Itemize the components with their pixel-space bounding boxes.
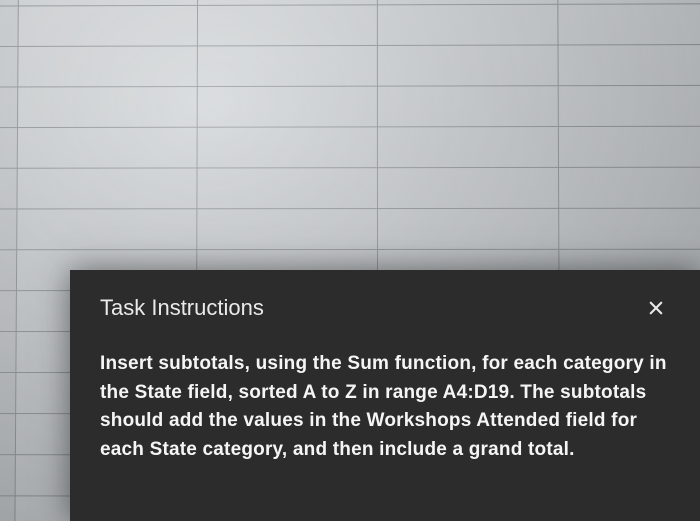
cell[interactable]	[0, 372, 15, 413]
cell[interactable]	[0, 46, 18, 87]
app-viewport: Task Instructions Insert subtotals, usin…	[0, 0, 700, 521]
cell[interactable]	[0, 87, 17, 128]
panel-header: Task Instructions	[100, 294, 670, 322]
cell[interactable]	[18, 5, 198, 46]
cell[interactable]	[197, 168, 378, 209]
close-button[interactable]	[642, 294, 670, 322]
cell[interactable]	[196, 209, 377, 250]
cell[interactable]	[17, 46, 197, 87]
cell[interactable]	[0, 291, 16, 332]
cell[interactable]	[0, 168, 17, 209]
panel-title: Task Instructions	[100, 295, 264, 321]
panel-body-text: Insert subtotals, using the Sum function…	[100, 350, 670, 464]
cell[interactable]	[0, 209, 17, 250]
cell[interactable]	[558, 126, 700, 167]
cell[interactable]	[559, 208, 700, 249]
cell[interactable]	[0, 128, 17, 169]
cell[interactable]	[197, 127, 378, 168]
cell[interactable]	[377, 45, 558, 86]
cell[interactable]	[0, 250, 16, 291]
cell[interactable]	[0, 6, 18, 47]
task-instructions-panel: Task Instructions Insert subtotals, usin…	[70, 270, 700, 521]
cell[interactable]	[377, 208, 558, 249]
cell[interactable]	[0, 414, 15, 455]
cell[interactable]	[558, 85, 700, 126]
cell[interactable]	[558, 4, 700, 45]
cell[interactable]	[17, 127, 197, 168]
cell[interactable]	[197, 86, 377, 127]
cell[interactable]	[558, 167, 700, 208]
cell[interactable]	[197, 5, 377, 46]
cell[interactable]	[16, 209, 196, 250]
cell[interactable]	[377, 167, 558, 208]
cell[interactable]	[558, 44, 700, 85]
cell[interactable]	[0, 496, 15, 521]
cell[interactable]	[377, 127, 558, 168]
cell[interactable]	[0, 455, 15, 496]
cell[interactable]	[197, 45, 377, 86]
close-icon	[646, 298, 666, 318]
cell[interactable]	[17, 87, 197, 128]
cell[interactable]	[0, 332, 16, 373]
cell[interactable]	[17, 168, 197, 209]
cell[interactable]	[377, 4, 558, 45]
cell[interactable]	[377, 86, 558, 127]
